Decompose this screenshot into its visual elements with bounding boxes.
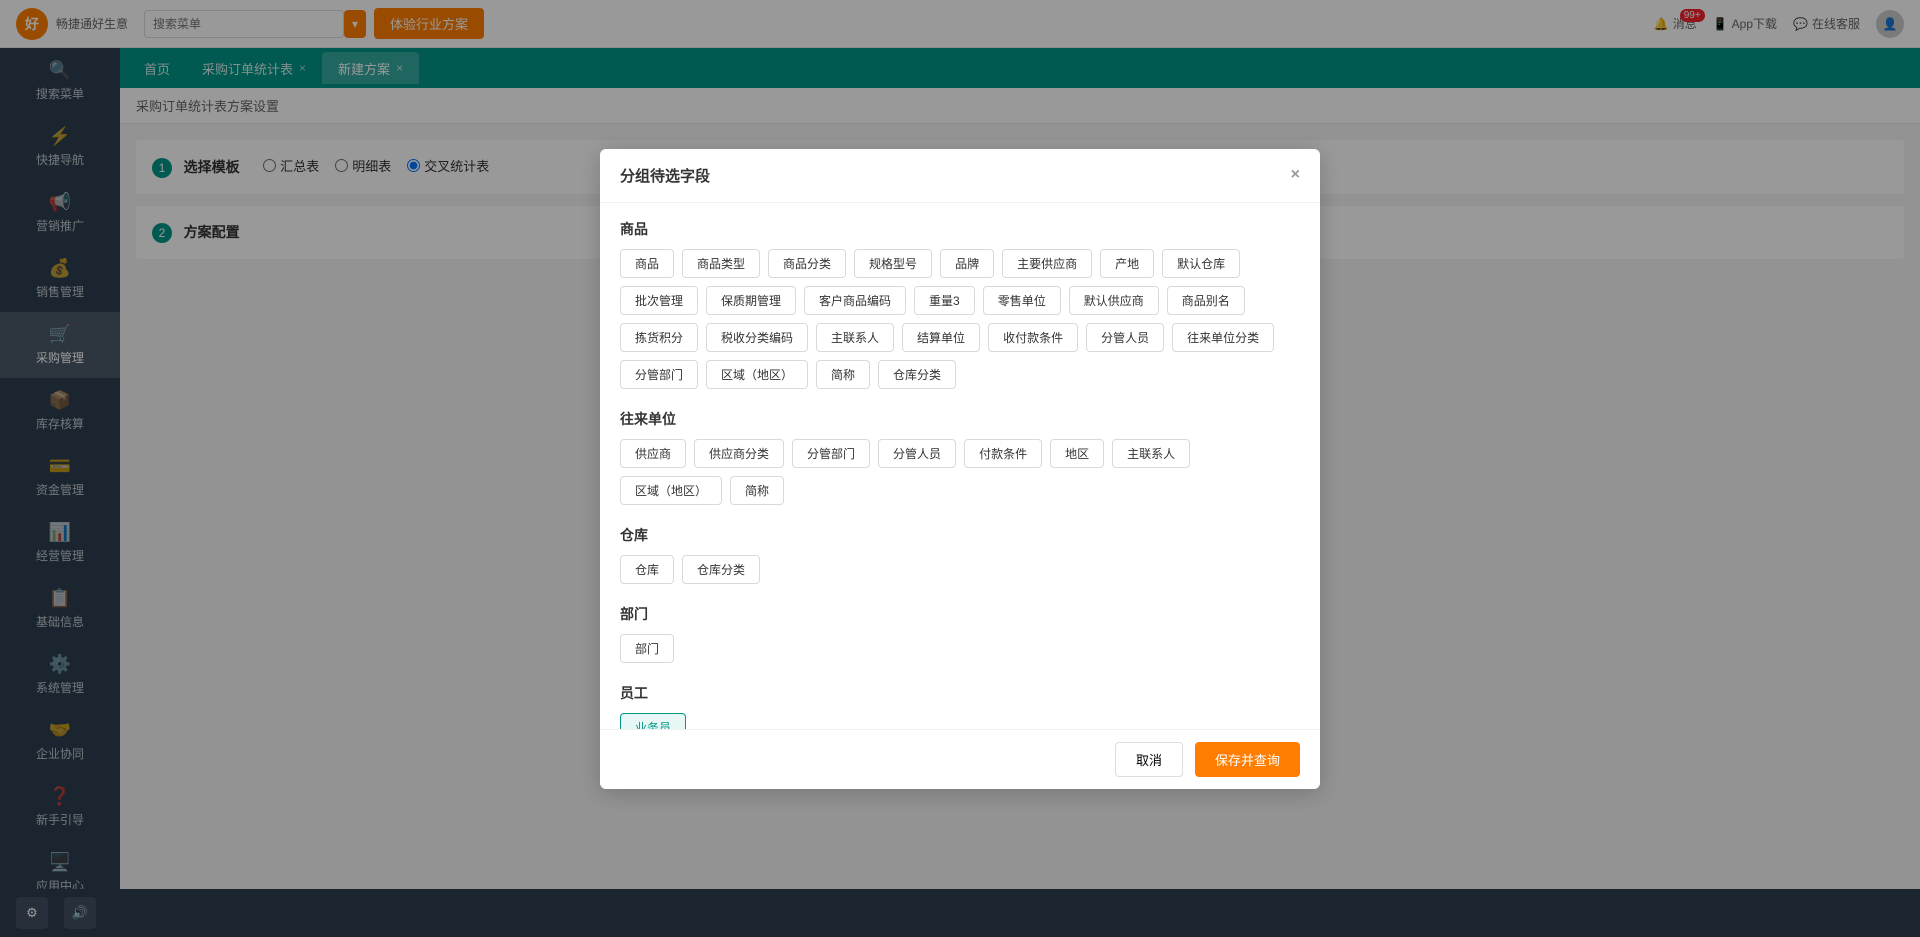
- field-default-warehouse[interactable]: 默认仓库: [1162, 249, 1240, 278]
- section-party-title: 往来单位: [620, 409, 1300, 429]
- section-party: 往来单位 供应商 供应商分类 分管部门 分管人员 付款条件 地区 主联系人 区域…: [620, 409, 1300, 505]
- field-customer-code[interactable]: 客户商品编码: [804, 286, 906, 315]
- field-pay-terms[interactable]: 付款条件: [964, 439, 1042, 468]
- field-payment-terms[interactable]: 收付款条件: [988, 323, 1078, 352]
- field-party-short[interactable]: 简称: [730, 476, 784, 505]
- product-fields: 商品 商品类型 商品分类 规格型号 品牌 主要供应商 产地 默认仓库 批次管理 …: [620, 249, 1300, 389]
- dialog-overlay: 分组待选字段 × 商品 商品 商品类型 商品分类 规格型号 品牌 主要供应商 产…: [0, 0, 1920, 937]
- field-region[interactable]: 区域（地区）: [706, 360, 808, 389]
- dialog-close-btn[interactable]: ×: [1291, 166, 1300, 184]
- field-spec-model[interactable]: 规格型号: [854, 249, 932, 278]
- field-salesperson[interactable]: 业务员: [620, 713, 686, 729]
- field-short-name[interactable]: 简称: [816, 360, 870, 389]
- field-party-contact[interactable]: 主联系人: [1112, 439, 1190, 468]
- section-warehouse: 仓库 仓库 仓库分类: [620, 525, 1300, 584]
- cancel-button[interactable]: 取消: [1115, 742, 1183, 777]
- department-fields: 部门: [620, 634, 1300, 663]
- dialog-body: 商品 商品 商品类型 商品分类 规格型号 品牌 主要供应商 产地 默认仓库 批次…: [600, 203, 1320, 729]
- field-product-type[interactable]: 商品类型: [682, 249, 760, 278]
- field-default-supplier[interactable]: 默认供应商: [1069, 286, 1159, 315]
- field-product[interactable]: 商品: [620, 249, 674, 278]
- dialog-footer: 取消 保存并查询: [600, 729, 1320, 789]
- field-tax-code[interactable]: 税收分类编码: [706, 323, 808, 352]
- field-batch-mgmt[interactable]: 批次管理: [620, 286, 698, 315]
- section-employee-title: 员工: [620, 683, 1300, 703]
- section-department-title: 部门: [620, 604, 1300, 624]
- dialog-title: 分组待选字段: [620, 165, 710, 186]
- section-product-title: 商品: [620, 219, 1300, 239]
- field-supplier[interactable]: 供应商: [620, 439, 686, 468]
- party-fields: 供应商 供应商分类 分管部门 分管人员 付款条件 地区 主联系人 区域（地区） …: [620, 439, 1300, 505]
- field-party-category[interactable]: 往来单位分类: [1172, 323, 1274, 352]
- confirm-button[interactable]: 保存并查询: [1195, 742, 1300, 777]
- section-department: 部门 部门: [620, 604, 1300, 663]
- section-warehouse-title: 仓库: [620, 525, 1300, 545]
- field-party-region[interactable]: 区域（地区）: [620, 476, 722, 505]
- field-settle-unit[interactable]: 结算单位: [902, 323, 980, 352]
- field-warehouse-category[interactable]: 仓库分类: [682, 555, 760, 584]
- field-area[interactable]: 地区: [1050, 439, 1104, 468]
- field-party-manager[interactable]: 分管人员: [878, 439, 956, 468]
- field-dept[interactable]: 分管部门: [620, 360, 698, 389]
- field-supplier-category[interactable]: 供应商分类: [694, 439, 784, 468]
- warehouse-fields: 仓库 仓库分类: [620, 555, 1300, 584]
- field-department[interactable]: 部门: [620, 634, 674, 663]
- field-warehouse-cat[interactable]: 仓库分类: [878, 360, 956, 389]
- field-origin[interactable]: 产地: [1100, 249, 1154, 278]
- field-main-contact[interactable]: 主联系人: [816, 323, 894, 352]
- field-main-supplier[interactable]: 主要供应商: [1002, 249, 1092, 278]
- dialog: 分组待选字段 × 商品 商品 商品类型 商品分类 规格型号 品牌 主要供应商 产…: [600, 149, 1320, 789]
- field-warehouse[interactable]: 仓库: [620, 555, 674, 584]
- field-weight[interactable]: 重量3: [914, 286, 975, 315]
- section-product: 商品 商品 商品类型 商品分类 规格型号 品牌 主要供应商 产地 默认仓库 批次…: [620, 219, 1300, 389]
- field-retail-unit[interactable]: 零售单位: [983, 286, 1061, 315]
- field-brand[interactable]: 品牌: [940, 249, 994, 278]
- field-quality-mgmt[interactable]: 保质期管理: [706, 286, 796, 315]
- dialog-header: 分组待选字段 ×: [600, 149, 1320, 203]
- field-product-category[interactable]: 商品分类: [768, 249, 846, 278]
- field-dept-manager[interactable]: 分管人员: [1086, 323, 1164, 352]
- employee-fields: 业务员: [620, 713, 1300, 729]
- section-employee: 员工 业务员: [620, 683, 1300, 729]
- field-pick-points[interactable]: 拣货积分: [620, 323, 698, 352]
- field-party-dept[interactable]: 分管部门: [792, 439, 870, 468]
- field-product-alias[interactable]: 商品别名: [1167, 286, 1245, 315]
